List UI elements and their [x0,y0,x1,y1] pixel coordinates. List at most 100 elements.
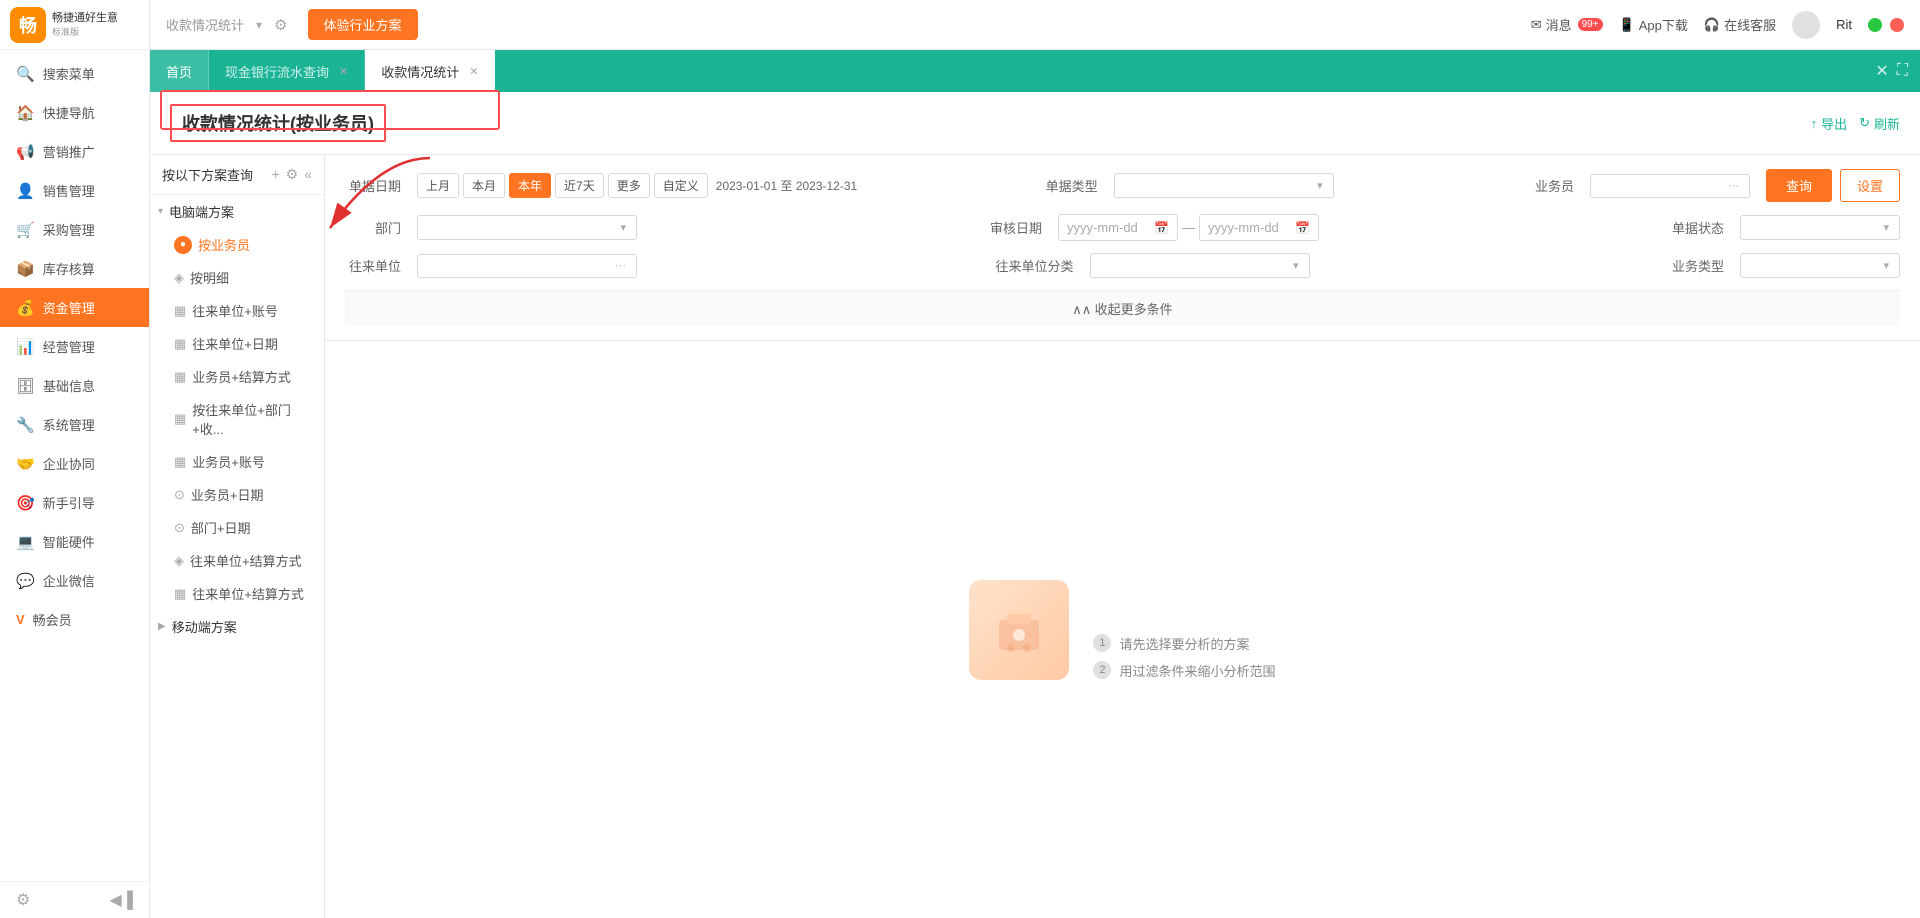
tree-expand-mobile: ▶ [158,621,166,632]
tab-close-all-icon[interactable]: ✕ [1875,61,1888,81]
sidebar-item-marketing[interactable]: 📢 营销推广 [0,132,149,171]
export-button[interactable]: ↑ 导出 [1811,114,1848,133]
date-this-year-btn[interactable]: 本年 [509,173,551,198]
partner-select[interactable]: ··· [417,254,637,278]
trial-button[interactable]: 体验行业方案 [308,9,418,40]
tab-expand-icon[interactable]: ⛶ [1897,62,1908,80]
date-last-month-btn[interactable]: 上月 [417,173,459,198]
tab-home[interactable]: 首页 [150,50,209,92]
dept-select[interactable]: ▾ [417,215,637,240]
review-date-group: yyyy-mm-dd 📅 — yyyy-mm-dd 📅 [1058,214,1319,241]
service-icon: 🎧 [1704,17,1720,33]
settings-footer-icon[interactable]: ⚙ [16,890,30,910]
tree-item-salesperson-account[interactable]: ▦ 业务员+账号 [158,445,324,478]
logo-icon: 畅 [10,7,46,43]
enterprise-icon: 🤝 [16,455,35,473]
review-date-to[interactable]: yyyy-mm-dd 📅 [1199,214,1319,241]
salesperson-label: 业务员 [1518,176,1574,195]
sidebar-item-wechat[interactable]: 💬 企业微信 [0,561,149,600]
tree-label-partner-settlement1: 往来单位+结算方式 [190,551,302,570]
tree-item-by-salesperson[interactable]: ● 按业务员 [158,228,324,261]
salesperson-select[interactable]: ··· [1590,174,1750,198]
panel-collapse-button[interactable]: « [304,166,312,183]
tree-item-partner-account[interactable]: ▦ 往来单位+账号 [158,294,324,327]
online-service-button[interactable]: 🎧 在线客服 [1704,15,1776,34]
query-button[interactable]: 查询 [1766,169,1832,202]
close-window-button[interactable] [1890,18,1904,32]
topbar-dropdown-icon[interactable]: ▾ [256,18,262,32]
tree-group-mobile[interactable]: ▶ 移动端方案 [150,610,324,643]
collapse-sidebar-icon[interactable]: ◀▐ [109,890,133,910]
salesperson-account-icon: ▦ [174,454,186,470]
collapse-filter-btn[interactable]: ∧∧ 收起更多条件 [345,290,1900,326]
sidebar-item-enterprise[interactable]: 🤝 企业协同 [0,444,149,483]
sidebar-item-operation[interactable]: 📊 经营管理 [0,327,149,366]
user-avatar[interactable] [1792,11,1820,39]
main-content: 按以下方案查询 + ⚙ « ▾ 电脑端方案 ● 按业务员 [150,155,1920,918]
logo-title: 畅捷通好生意 [52,11,118,25]
tree-item-by-detail[interactable]: ◈ 按明细 [158,261,324,294]
sidebar-item-search[interactable]: 🔍 搜索菜单 [0,54,149,93]
topbar-gear-icon[interactable]: ⚙ [274,16,287,34]
voucher-status-select[interactable]: ▾ [1740,215,1900,240]
sidebar-item-guide[interactable]: 🎯 新手引导 [0,483,149,522]
business-type-select[interactable]: ▾ [1740,253,1900,278]
review-date-from[interactable]: yyyy-mm-dd 📅 [1058,214,1178,241]
tree-item-partner-settlement1[interactable]: ◈ 往来单位+结算方式 [158,544,324,577]
tab-collection-label: 收款情况统计 [381,62,459,81]
panel-settings-button[interactable]: ⚙ [286,166,299,183]
sidebar-label-enterprise: 企业协同 [43,454,95,473]
sidebar-item-quick-nav[interactable]: 🏠 快捷导航 [0,93,149,132]
tree-item-partner-dept-collect[interactable]: ▦ 按往来单位+部门+收... [158,393,324,445]
partner-category-select[interactable]: ▾ [1090,253,1310,278]
dept-label: 部门 [345,218,401,237]
tab-collection[interactable]: 收款情况统计 ✕ [365,50,495,92]
page-actions: ↑ 导出 ↻ 刷新 [1811,114,1900,133]
sidebar-item-member[interactable]: V 畅会员 [0,600,149,639]
sidebar-label-operation: 经营管理 [43,337,95,356]
tree-item-dept-date[interactable]: ⊙ 部门+日期 [158,511,324,544]
partner-dept-icon: ▦ [174,411,186,427]
topbar-breadcrumb: 收款情况统计 [166,15,244,34]
date-custom-btn[interactable]: 自定义 [654,173,708,198]
hardware-icon: 💻 [16,533,35,551]
sidebar-item-purchase[interactable]: 🛒 采购管理 [0,210,149,249]
refresh-button[interactable]: ↻ 刷新 [1859,114,1900,133]
panel-add-button[interactable]: + [271,166,279,183]
date-this-month-btn[interactable]: 本月 [463,173,505,198]
sidebar-item-hardware[interactable]: 💻 智能硬件 [0,522,149,561]
refresh-label: 刷新 [1874,114,1900,133]
tab-bank[interactable]: 现金银行流水查询 ✕ [209,50,365,92]
app-download-button[interactable]: 📱 App下载 [1619,15,1688,34]
maximize-button[interactable] [1868,18,1882,32]
window-controls [1868,18,1904,32]
empty-state: 1 请先选择要分析的方案 2 用过滤条件来缩小分析范围 [325,341,1920,918]
tab-collection-close[interactable]: ✕ [469,65,478,78]
tree-item-salesperson-date[interactable]: ⊙ 业务员+日期 [158,478,324,511]
tree-item-partner-date[interactable]: ▦ 往来单位+日期 [158,327,324,360]
tree-item-salesperson-settlement[interactable]: ▦ 业务员+结算方式 [158,360,324,393]
right-content: 单据日期 上月 本月 本年 近7天 更多 自定义 2023-01-01 至 20… [325,155,1920,918]
date-last-7-days-btn[interactable]: 近7天 [555,173,604,198]
wechat-icon: 💬 [16,572,35,590]
sidebar-item-inventory[interactable]: 📦 库存核算 [0,249,149,288]
quick-nav-icon: 🏠 [16,104,35,122]
voucher-type-select[interactable]: ▾ [1114,173,1334,198]
voucher-status-label: 单据状态 [1668,218,1724,237]
sidebar-item-finance[interactable]: 💰 资金管理 [0,288,149,327]
tree-item-partner-settlement2[interactable]: ▦ 往来单位+结算方式 [158,577,324,610]
sidebar-item-basic[interactable]: 🗄 基础信息 [0,366,149,405]
partner-date-icon: ▦ [174,336,186,352]
filter-row-2: 部门 ▾ 审核日期 yyyy-mm-dd 📅 — [345,214,1900,241]
tab-bank-close[interactable]: ✕ [339,65,348,78]
message-button[interactable]: ✉ 消息 99+ [1531,15,1603,34]
sidebar-item-system[interactable]: 🔧 系统管理 [0,405,149,444]
sidebar-item-sales[interactable]: 👤 销售管理 [0,171,149,210]
filter-settings-button[interactable]: 设置 [1840,169,1900,202]
tree-label-partner-dept-collect: 按往来单位+部门+收... [192,400,312,438]
date-more-btn[interactable]: 更多 [608,173,650,198]
tree-group-desktop[interactable]: ▾ 电脑端方案 [150,195,324,228]
sidebar-footer: ⚙ ◀▐ [0,881,149,918]
finance-icon: 💰 [16,299,35,317]
main-area: 收款情况统计 ▾ ⚙ 体验行业方案 ✉ 消息 99+ 📱 App下载 🎧 在线客… [150,0,1920,918]
